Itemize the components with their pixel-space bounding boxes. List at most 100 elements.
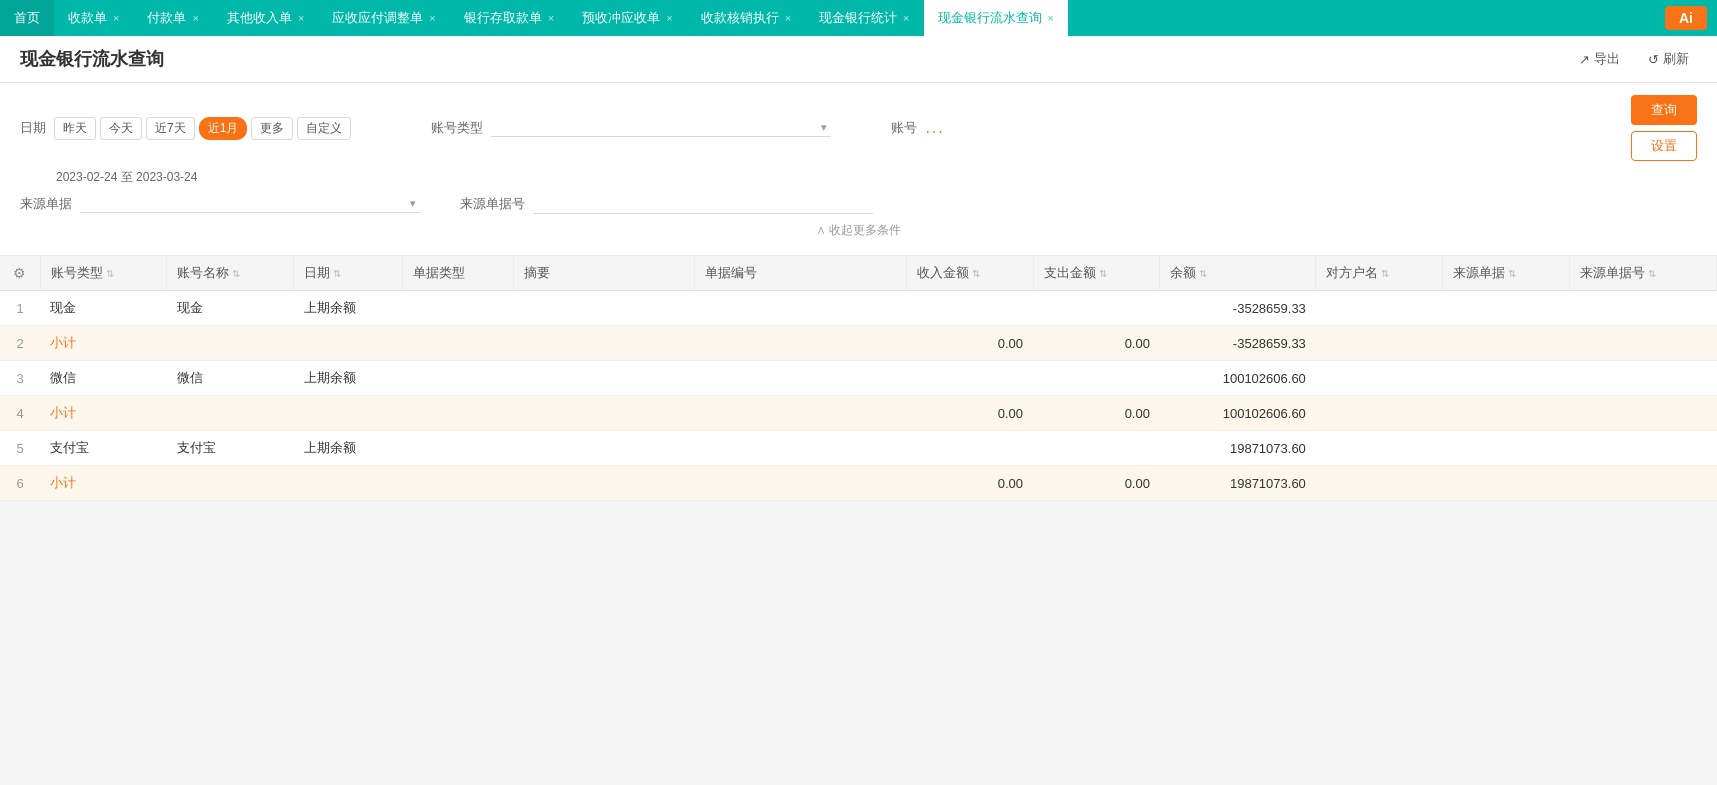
cell-doc-type (403, 466, 513, 501)
cell-summary (513, 291, 694, 326)
col-source-doc-no[interactable]: 来源单据号 (1570, 256, 1717, 291)
nav-ar-ap-adjust-close[interactable]: × (429, 12, 435, 24)
nav-bank-deposit[interactable]: 银行存取款单 × (450, 0, 568, 36)
sort-balance-icon (1199, 268, 1207, 279)
account-type-select[interactable]: ▾ (491, 119, 831, 137)
account-label: 账号 (891, 119, 917, 137)
nav-cash-bank-stat[interactable]: 现金银行统计 × (805, 0, 923, 36)
cell-account-name (167, 326, 294, 361)
col-account-name[interactable]: 账号名称 (167, 256, 294, 291)
cell-source-doc (1443, 291, 1570, 326)
nav-advance-receipt[interactable]: 预收冲应收单 × (568, 0, 686, 36)
page-header: 现金银行流水查询 ↗ 导出 ↺ 刷新 (0, 36, 1717, 83)
sort-account-name-icon (232, 268, 240, 279)
source-doc-no-input[interactable] (533, 194, 873, 214)
cell-date (294, 466, 403, 501)
date-btn-custom[interactable]: 自定义 (297, 117, 351, 140)
cell-counterpart (1316, 396, 1443, 431)
nav-payment-close[interactable]: × (192, 12, 198, 24)
nav-collection-exec[interactable]: 收款核销执行 × (687, 0, 805, 36)
settings-col-icon[interactable]: ⚙ (13, 265, 26, 281)
cell-source-doc-no (1570, 466, 1717, 501)
sort-expense-icon (1099, 268, 1107, 279)
cell-balance: 100102606.60 (1160, 361, 1316, 396)
cell-date: 上期余额 (294, 291, 403, 326)
cell-summary (513, 326, 694, 361)
col-doc-type[interactable]: 单据类型 (403, 256, 513, 291)
cell-source-doc (1443, 466, 1570, 501)
table-row: 3微信微信上期余额100102606.60 (0, 361, 1717, 396)
nav-home[interactable]: 首页 (0, 0, 54, 36)
date-buttons: 昨天 今天 近7天 近1月 更多 自定义 (54, 117, 351, 140)
date-btn-today[interactable]: 今天 (100, 117, 142, 140)
cell-counterpart (1316, 291, 1443, 326)
col-expense[interactable]: 支出金额 (1033, 256, 1160, 291)
date-btn-more[interactable]: 更多 (251, 117, 293, 140)
nav-cash-bank-flow-close[interactable]: × (1048, 12, 1054, 24)
nav-receipt-close[interactable]: × (113, 12, 119, 24)
ai-button[interactable]: Ai (1665, 6, 1707, 30)
cell-counterpart (1316, 466, 1443, 501)
source-doc-filter-group: 来源单据 ▾ (20, 195, 420, 213)
cell-doc-no (694, 326, 906, 361)
cell-doc-type (403, 396, 513, 431)
nav-receipt[interactable]: 收款单 × (54, 0, 133, 36)
nav-payment-label: 付款单 (147, 9, 186, 27)
settings-button[interactable]: 设置 (1631, 131, 1697, 161)
col-account-type[interactable]: 账号类型 (40, 256, 167, 291)
cell-summary (513, 396, 694, 431)
cell-balance: 19871073.60 (1160, 466, 1316, 501)
date-btn-yesterday[interactable]: 昨天 (54, 117, 96, 140)
cell-account-name: 支付宝 (167, 431, 294, 466)
cell-source-doc-no (1570, 291, 1717, 326)
nav-ar-ap-adjust[interactable]: 应收应付调整单 × (318, 0, 449, 36)
sort-source-doc-no-icon (1648, 268, 1656, 279)
account-type-filter-group: 账号类型 ▾ (431, 119, 831, 137)
source-doc-arrow-icon: ▾ (410, 197, 416, 210)
col-balance[interactable]: 余额 (1160, 256, 1316, 291)
nav-cash-bank-stat-close[interactable]: × (903, 12, 909, 24)
cell-doc-type (403, 431, 513, 466)
col-counterpart[interactable]: 对方户名 (1316, 256, 1443, 291)
cell-balance: 19871073.60 (1160, 431, 1316, 466)
data-table-wrapper: ⚙ 账号类型 账号名称 日期 单据类型 摘要 单据编号 收入金额 支出金额 余额… (0, 256, 1717, 501)
nav-collection-exec-close[interactable]: × (785, 12, 791, 24)
date-btn-7days[interactable]: 近7天 (146, 117, 195, 140)
collapse-bar[interactable]: ∧ 收起更多条件 (20, 218, 1697, 247)
nav-collection-exec-label: 收款核销执行 (701, 9, 779, 27)
cell-index: 2 (0, 326, 40, 361)
col-gear[interactable]: ⚙ (0, 256, 40, 291)
nav-advance-receipt-close[interactable]: × (666, 12, 672, 24)
col-source-doc[interactable]: 来源单据 (1443, 256, 1570, 291)
nav-other-income[interactable]: 其他收入单 × (213, 0, 318, 36)
nav-other-income-close[interactable]: × (298, 12, 304, 24)
nav-payment[interactable]: 付款单 × (133, 0, 212, 36)
date-filter-label: 日期 (20, 119, 46, 137)
cell-source-doc (1443, 431, 1570, 466)
source-doc-label: 来源单据 (20, 195, 72, 213)
col-income[interactable]: 收入金额 (906, 256, 1033, 291)
export-button[interactable]: ↗ 导出 (1571, 46, 1628, 72)
col-doc-no[interactable]: 单据编号 (694, 256, 906, 291)
page-title: 现金银行流水查询 (20, 47, 164, 71)
nav-bank-deposit-close[interactable]: × (548, 12, 554, 24)
source-doc-select[interactable]: ▾ (80, 195, 420, 213)
col-date[interactable]: 日期 (294, 256, 403, 291)
table-row: 5支付宝支付宝上期余额19871073.60 (0, 431, 1717, 466)
cell-income: 0.00 (906, 466, 1033, 501)
cell-source-doc-no (1570, 361, 1717, 396)
account-dots[interactable]: ... (925, 119, 944, 137)
cell-source-doc-no (1570, 326, 1717, 361)
col-summary[interactable]: 摘要 (513, 256, 694, 291)
header-actions: ↗ 导出 ↺ 刷新 (1571, 46, 1697, 72)
nav-cash-bank-flow[interactable]: 现金银行流水查询 × (924, 0, 1068, 36)
cell-expense (1033, 431, 1160, 466)
cell-account-type: 小计 (40, 466, 167, 501)
query-button[interactable]: 查询 (1631, 95, 1697, 125)
cell-income (906, 291, 1033, 326)
cell-income (906, 431, 1033, 466)
data-table: ⚙ 账号类型 账号名称 日期 单据类型 摘要 单据编号 收入金额 支出金额 余额… (0, 256, 1717, 501)
refresh-button[interactable]: ↺ 刷新 (1640, 46, 1697, 72)
date-btn-1month[interactable]: 近1月 (199, 117, 248, 140)
action-buttons: 查询 设置 (1631, 95, 1697, 161)
